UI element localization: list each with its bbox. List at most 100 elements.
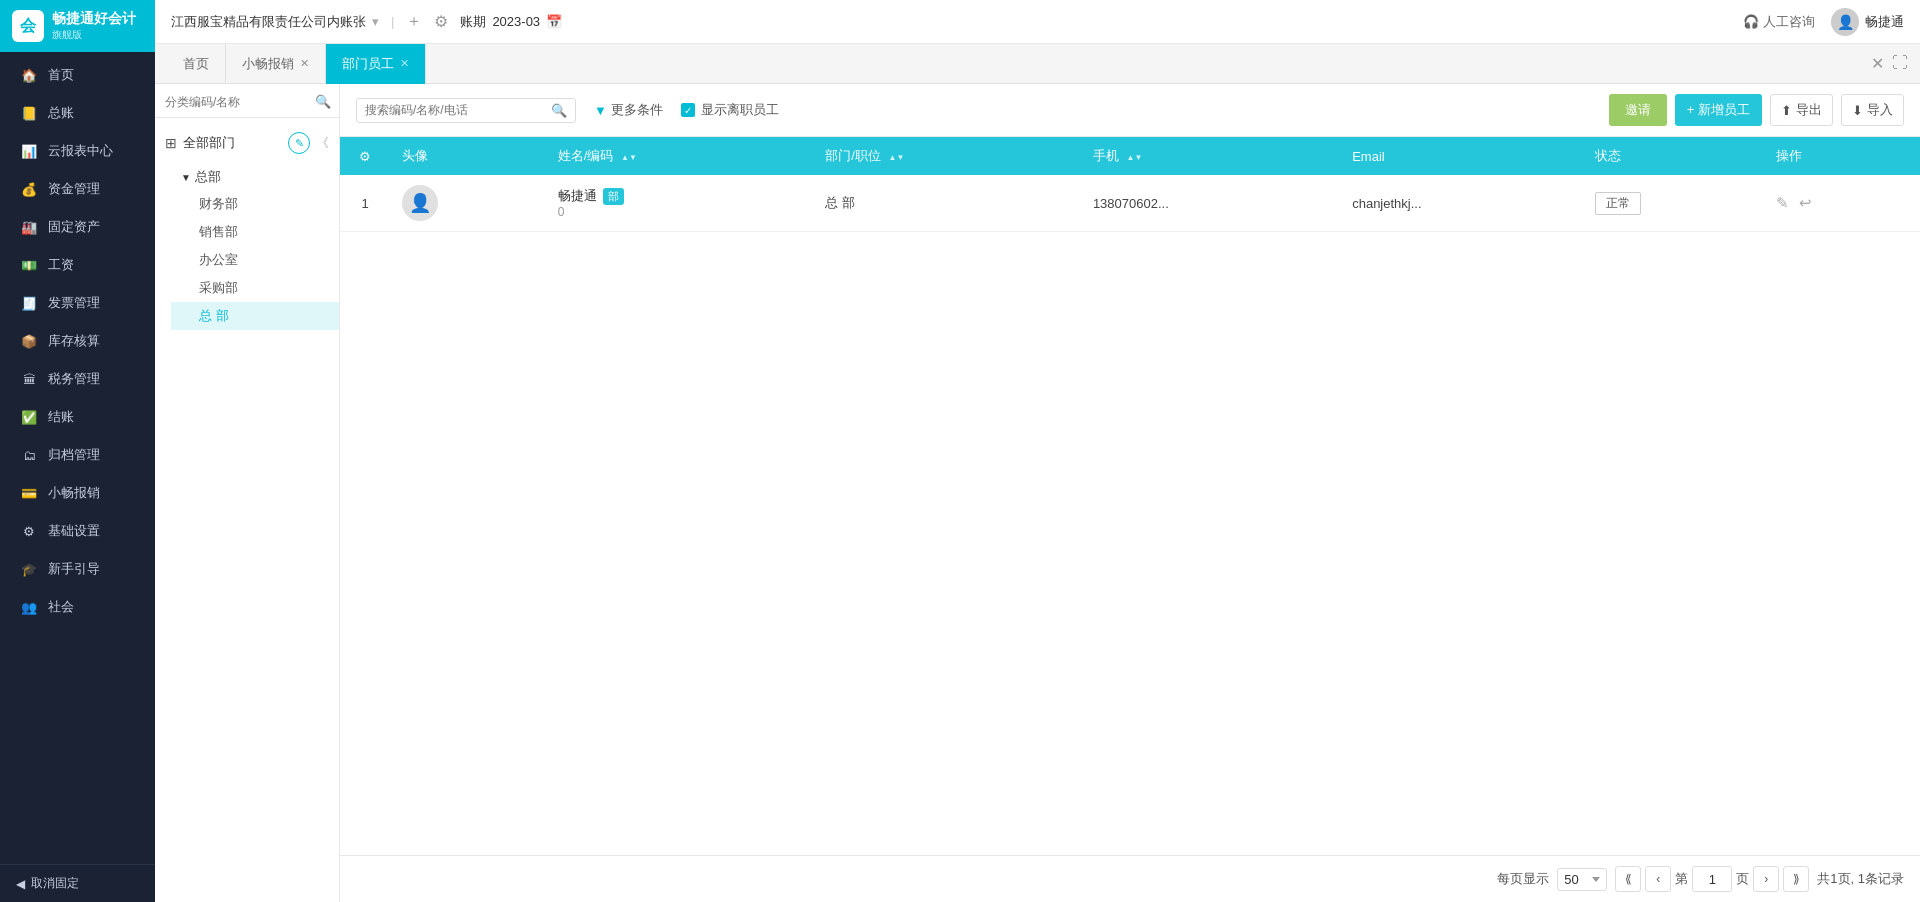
add-company-button[interactable]: ＋ [406, 11, 422, 32]
all-dept-label: 全部部门 [183, 134, 282, 152]
all-dept-item[interactable]: ⊞ 全部部门 ✎ 《 [155, 126, 339, 160]
service-button[interactable]: 🎧 人工咨询 [1743, 13, 1815, 31]
dept-parent-label: 总部 [195, 168, 221, 186]
sidebar-item-label: 总账 [48, 104, 74, 122]
export-button[interactable]: ⬆ 导出 [1770, 94, 1833, 126]
sidebar-item-reports[interactable]: 📊 云报表中心 [0, 132, 155, 170]
sidebar-item-label: 新手引导 [48, 560, 100, 578]
sidebar-item-settings[interactable]: ⚙ 基础设置 [0, 512, 155, 550]
main-area: 江西服宝精品有限责任公司内账张 ▾ | ＋ ⚙ 账期 2023-03 📅 🎧 人… [155, 0, 1920, 902]
sidebar-item-label: 小畅报销 [48, 484, 100, 502]
tax-icon: 🏛 [20, 370, 38, 388]
dept-search: 🔍 [155, 94, 339, 118]
dept-child-purchase[interactable]: 采购部 [171, 274, 339, 302]
sidebar-item-label: 首页 [48, 66, 74, 84]
sidebar-item-close[interactable]: ✅ 结账 [0, 398, 155, 436]
service-label: 人工咨询 [1763, 13, 1815, 31]
tab-expense-close[interactable]: ✕ [300, 57, 309, 70]
employee-table-container: ⚙ 头像 姓名/编码 ▲▼ 部门/职位 ▲▼ 手机 [340, 137, 1920, 855]
collapse-dept-icon[interactable]: 《 [316, 134, 329, 152]
page-next-button[interactable]: › [1753, 866, 1779, 892]
export-icon: ⬆ [1781, 103, 1792, 118]
topbar-divider: | [391, 14, 394, 29]
topbar-gear-icon[interactable]: ⚙ [434, 12, 448, 31]
import-button[interactable]: ⬇ 导入 [1841, 94, 1904, 126]
col-settings[interactable]: ⚙ [340, 137, 390, 175]
pin-label: 取消固定 [31, 875, 79, 892]
dept-child-general[interactable]: 总 部 [171, 302, 339, 330]
user-menu[interactable]: 👤 畅捷通 [1831, 8, 1904, 36]
dept-child-caiwu[interactable]: 财务部 [171, 190, 339, 218]
tabs-actions: ✕ ⛶ [1871, 54, 1908, 73]
tab-expense[interactable]: 小畅报销 ✕ [226, 44, 326, 84]
page-number-input[interactable] [1692, 866, 1732, 892]
sidebar-item-expense[interactable]: 💳 小畅报销 [0, 474, 155, 512]
sidebar-nav: 🏠 首页 📒 总账 📊 云报表中心 💰 资金管理 🏭 固定资产 💵 工资 🧾 发… [0, 52, 155, 864]
col-dept[interactable]: 部门/职位 ▲▼ [813, 137, 1081, 175]
sidebar-item-funds[interactable]: 💰 资金管理 [0, 170, 155, 208]
sidebar-item-label: 工资 [48, 256, 74, 274]
employee-code: 0 [558, 205, 802, 219]
dept-child-office[interactable]: 办公室 [171, 246, 339, 274]
page-total: 共1页, 1条记录 [1817, 870, 1904, 888]
col-action: 操作 [1764, 137, 1920, 175]
sidebar-item-label: 税务管理 [48, 370, 100, 388]
dept-search-input[interactable] [165, 95, 315, 109]
tab-employees-close[interactable]: ✕ [400, 57, 409, 70]
cell-name: 畅捷通 部 0 [546, 175, 814, 232]
add-employee-button[interactable]: + 新增员工 [1675, 94, 1762, 126]
dept-group: ▼ 总部 财务部 销售部 办公室 采购部 总 部 [155, 164, 339, 330]
export-label: 导出 [1796, 101, 1822, 119]
edit-employee-button[interactable]: ✎ [1776, 194, 1789, 212]
tab-employees-label: 部门员工 [342, 55, 394, 73]
tab-expand-icon[interactable]: ⛶ [1892, 54, 1908, 73]
period-label: 账期 [460, 13, 486, 31]
edit-dept-button[interactable]: ✎ [288, 132, 310, 154]
employee-search-input[interactable] [365, 103, 545, 117]
sidebar-item-assets[interactable]: 🏭 固定资产 [0, 208, 155, 246]
page-prev-button[interactable]: ‹ [1645, 866, 1671, 892]
show-resigned-checkbox[interactable] [681, 103, 695, 117]
tab-close-icon[interactable]: ✕ [1871, 54, 1884, 73]
expense-icon: 💳 [20, 484, 38, 502]
sort-name-icon: ▲▼ [621, 154, 637, 162]
home-icon: 🏠 [20, 66, 38, 84]
dept-child-sales[interactable]: 销售部 [171, 218, 339, 246]
company-name: 江西服宝精品有限责任公司内账张 [171, 13, 366, 31]
app-version: 旗舰版 [52, 28, 136, 42]
sidebar-item-home[interactable]: 🏠 首页 [0, 56, 155, 94]
calendar-icon: 📅 [546, 14, 562, 29]
sidebar-item-invoice[interactable]: 🧾 发票管理 [0, 284, 155, 322]
logout-employee-button[interactable]: ↩ [1799, 194, 1812, 212]
tab-employees[interactable]: 部门员工 ✕ [326, 44, 426, 84]
period-selector[interactable]: 账期 2023-03 📅 [460, 13, 562, 31]
invite-button[interactable]: 邀请 [1609, 94, 1667, 126]
status-badge: 正常 [1595, 192, 1641, 215]
per-page-select[interactable]: 50 10 20 100 [1557, 868, 1607, 891]
show-resigned-toggle[interactable]: 显示离职员工 [681, 101, 779, 119]
sidebar-item-social[interactable]: 👥 社会 [0, 588, 155, 626]
sidebar-item-guide[interactable]: 🎓 新手引导 [0, 550, 155, 588]
sidebar-item-salary[interactable]: 💵 工资 [0, 246, 155, 284]
salary-icon: 💵 [20, 256, 38, 274]
cell-status: 正常 [1583, 175, 1765, 232]
topbar: 江西服宝精品有限责任公司内账张 ▾ | ＋ ⚙ 账期 2023-03 📅 🎧 人… [155, 0, 1920, 44]
sidebar-item-tax[interactable]: 🏛 税务管理 [0, 360, 155, 398]
col-phone[interactable]: 手机 ▲▼ [1081, 137, 1340, 175]
sidebar-item-archive[interactable]: 🗂 归档管理 [0, 436, 155, 474]
tab-home[interactable]: 首页 [167, 44, 226, 84]
app-logo: 会 畅捷通好会计 旗舰版 [0, 0, 155, 52]
col-name[interactable]: 姓名/编码 ▲▼ [546, 137, 814, 175]
sidebar-pin-toggle[interactable]: ◀ 取消固定 [0, 864, 155, 902]
filter-button[interactable]: ▼ 更多条件 [586, 97, 671, 123]
col-status: 状态 [1583, 137, 1765, 175]
sidebar-item-ledger[interactable]: 📒 总账 [0, 94, 155, 132]
filter-icon: ▼ [594, 103, 607, 118]
left-panel: 🔍 ⊞ 全部部门 ✎ 《 ▼ 总部 财务部 销售部 办公室 采购部 总 部 [155, 84, 340, 902]
company-selector[interactable]: 江西服宝精品有限责任公司内账张 ▾ [171, 13, 379, 31]
page-last-button[interactable]: ⟫ [1783, 866, 1809, 892]
page-first-button[interactable]: ⟪ [1615, 866, 1641, 892]
sidebar-item-inventory[interactable]: 📦 库存核算 [0, 322, 155, 360]
page-label: 页 [1736, 870, 1749, 888]
invoice-icon: 🧾 [20, 294, 38, 312]
